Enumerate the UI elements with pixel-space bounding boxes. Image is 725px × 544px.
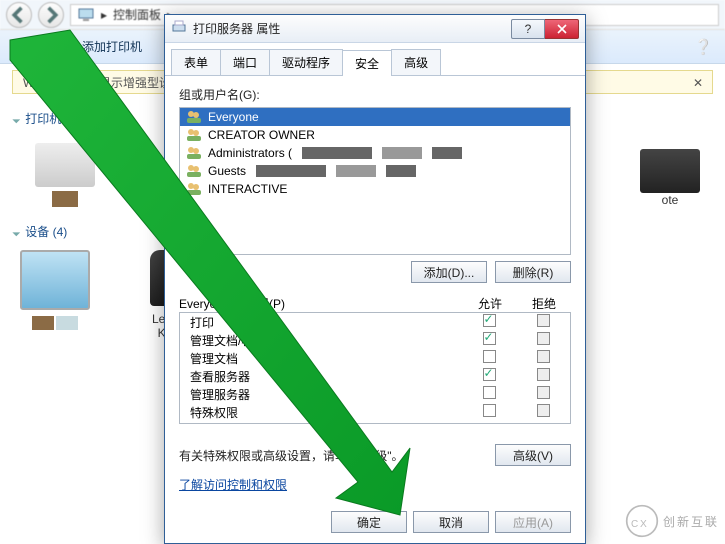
printer-icon (35, 143, 95, 187)
printer-item[interactable] (20, 137, 110, 207)
allow-checkbox[interactable] (483, 350, 496, 363)
user-row[interactable]: Administrators ( (180, 144, 570, 162)
permission-list: 打印管理文档/机管理文档查看服务器管理服务器特殊权限 (179, 312, 571, 424)
watermark: CX 创新互联 (625, 504, 719, 538)
groups-label: 组或用户名(G): (179, 86, 571, 103)
remove-button[interactable]: 删除(R) (495, 261, 571, 283)
permission-row: 打印 (180, 313, 570, 331)
deny-checkbox[interactable] (537, 404, 550, 417)
add-device-cmd[interactable]: 添加设备 (12, 38, 60, 55)
forward-button[interactable] (38, 2, 64, 28)
user-row[interactable]: Everyone (180, 108, 570, 126)
user-group-icon (186, 163, 202, 179)
permission-label: 特殊权限 (190, 404, 462, 421)
watermark-text: 创新互联 (663, 513, 719, 530)
window-buttons: ? (511, 19, 579, 39)
allow-checkbox[interactable] (483, 404, 496, 417)
printer-icon (640, 149, 700, 193)
security-tab-pane: 组或用户名(G): Everyone CREATOR OWNER Administr… (165, 76, 585, 503)
user-name: Administrators ( (208, 146, 292, 160)
permission-row: 管理文档/机 (180, 331, 570, 349)
tab-驱动程序[interactable]: 驱动程序 (269, 49, 343, 75)
user-name: CREATOR OWNER (208, 128, 315, 142)
printer-icon (171, 19, 187, 38)
user-name: Everyone (208, 110, 259, 124)
breadcrumb-sep: ▸ (101, 8, 107, 22)
permission-label: 打印 (190, 314, 462, 331)
user-name: Guests (208, 164, 246, 178)
print-server-properties-dialog: 打印服务器 属性 ? 表单端口驱动程序安全高级 组或用户名(G): Everyo… (164, 14, 586, 544)
monitor-icon (20, 250, 90, 310)
dialog-footer: 确定 取消 应用(A) (165, 503, 585, 541)
user-row[interactable]: INTERACTIVE (180, 180, 570, 198)
deny-header: 拒绝 (517, 295, 571, 312)
titlebar[interactable]: 打印服务器 属性 ? (165, 15, 585, 43)
help-button[interactable]: ? (511, 19, 545, 39)
advanced-note: 有关特殊权限或高级设置，请单击"高级"。 (179, 447, 495, 464)
permission-row: 管理文档 (180, 349, 570, 367)
allow-checkbox[interactable] (483, 314, 496, 327)
tab-row: 表单端口驱动程序安全高级 (165, 43, 585, 76)
user-group-icon (186, 109, 202, 125)
permission-row: 查看服务器 (180, 367, 570, 385)
user-group-icon (186, 145, 202, 161)
add-button[interactable]: 添加(D)... (411, 261, 487, 283)
swatch (56, 316, 78, 330)
close-icon[interactable]: ✕ (690, 75, 706, 91)
deny-checkbox[interactable] (537, 314, 550, 327)
add-printer-cmd[interactable]: 添加打印机 (82, 38, 142, 55)
cancel-button[interactable]: 取消 (413, 511, 489, 533)
user-row[interactable]: Guests (180, 162, 570, 180)
breadcrumb-item[interactable]: 控制面板 (113, 6, 161, 23)
close-button[interactable] (545, 19, 579, 39)
printer-item[interactable]: ote (625, 137, 715, 207)
printer-label: ote (625, 193, 715, 207)
user-name: INTERACTIVE (208, 182, 287, 196)
help-icon[interactable]: ❔ (694, 38, 713, 56)
deny-checkbox[interactable] (537, 386, 550, 399)
tab-端口[interactable]: 端口 (220, 49, 270, 75)
svg-text:CX: CX (631, 519, 649, 530)
permission-label: 查看服务器 (190, 368, 462, 385)
permission-header: Everyone 的权限(P) 允许 拒绝 (179, 295, 571, 312)
user-row[interactable]: CREATOR OWNER (180, 126, 570, 144)
deny-checkbox[interactable] (537, 350, 550, 363)
back-button[interactable] (6, 2, 32, 28)
tab-表单[interactable]: 表单 (171, 49, 221, 75)
user-group-icon (186, 127, 202, 143)
dialog-title: 打印服务器 属性 (193, 20, 505, 37)
advanced-button[interactable]: 高级(V) (495, 444, 571, 466)
permission-row: 特殊权限 (180, 403, 570, 421)
allow-checkbox[interactable] (483, 386, 496, 399)
permission-label: 管理服务器 (190, 386, 462, 403)
computer-icon (77, 6, 95, 24)
ok-button[interactable]: 确定 (331, 511, 407, 533)
permission-label: 管理文档/机 (190, 332, 462, 349)
user-group-icon (186, 181, 202, 197)
allow-checkbox[interactable] (483, 332, 496, 345)
apply-button[interactable]: 应用(A) (495, 511, 571, 533)
tab-高级[interactable]: 高级 (391, 49, 441, 75)
deny-checkbox[interactable] (537, 332, 550, 345)
tab-安全[interactable]: 安全 (342, 50, 392, 76)
swatch (32, 316, 54, 330)
perm-for-label: Everyone 的权限(P) (179, 295, 463, 312)
device-item[interactable] (20, 250, 90, 340)
permission-label: 管理文档 (190, 350, 462, 367)
learn-access-link[interactable]: 了解访问控制和权限 (179, 476, 287, 493)
permission-row: 管理服务器 (180, 385, 570, 403)
deny-checkbox[interactable] (537, 368, 550, 381)
allow-header: 允许 (463, 295, 517, 312)
user-list[interactable]: Everyone CREATOR OWNER Administrators ( Gue… (179, 107, 571, 255)
swatch (52, 191, 78, 207)
allow-checkbox[interactable] (483, 368, 496, 381)
notification-text: Windows 可以显示增强型设 (23, 74, 171, 91)
